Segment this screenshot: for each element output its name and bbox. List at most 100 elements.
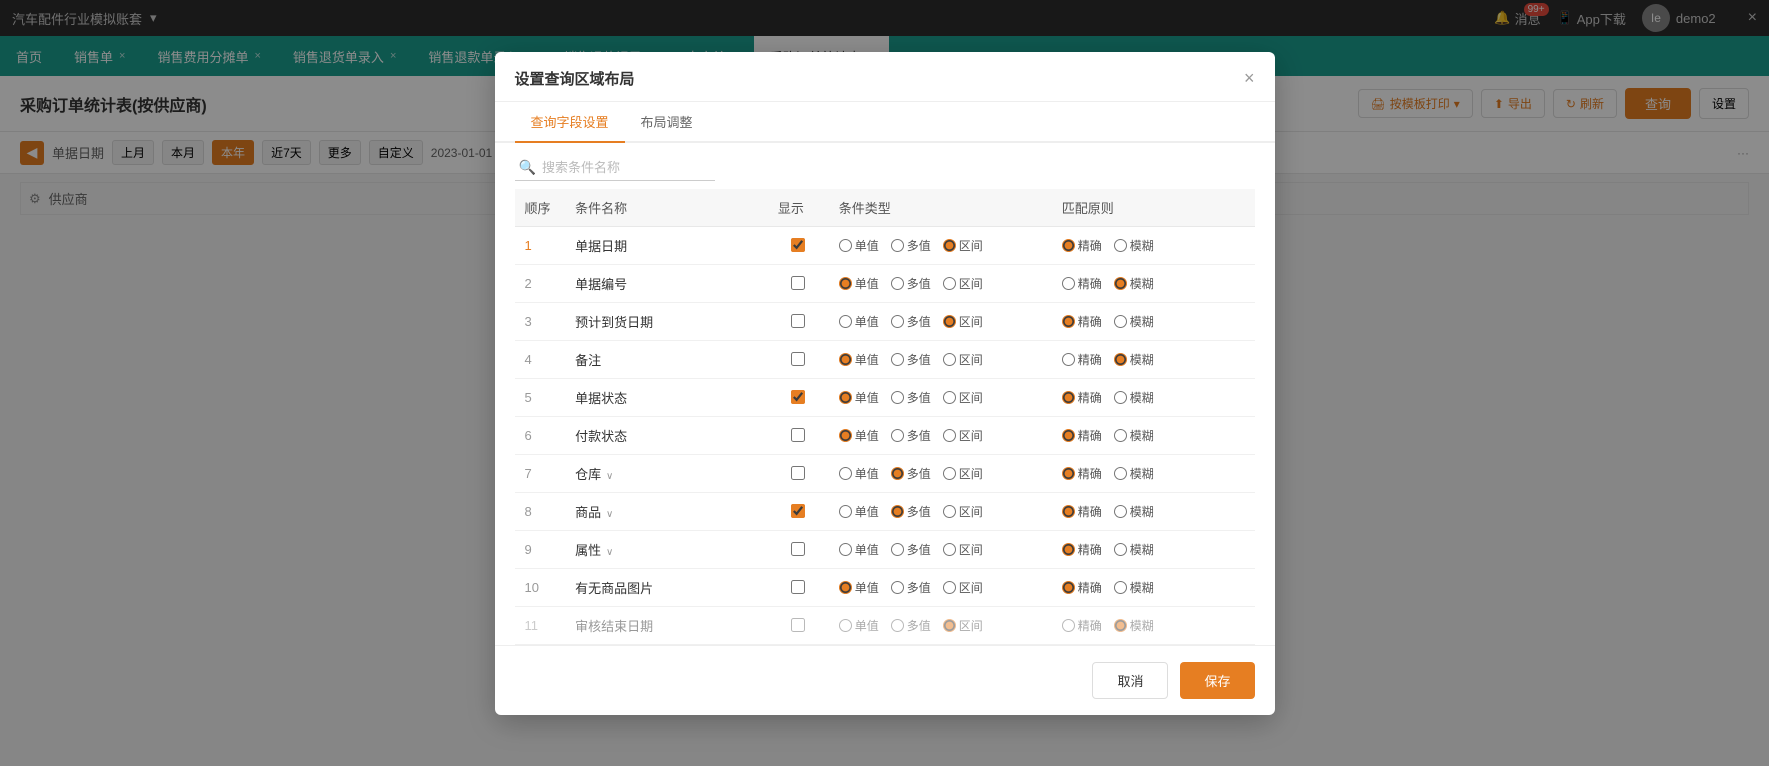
show-checkbox-4[interactable] (791, 390, 805, 404)
type-option-type_single-8[interactable]: 单值 (839, 541, 879, 558)
dialog-tab-layout[interactable]: 布局调整 (625, 102, 709, 143)
match-radio-match_fuzzy-2[interactable] (1114, 315, 1127, 328)
show-checkbox-8[interactable] (791, 542, 805, 556)
match-radio-match_fuzzy-0[interactable] (1114, 239, 1127, 252)
show-checkbox-7[interactable] (791, 504, 805, 518)
match-option-match_exact-6[interactable]: 精确 (1062, 465, 1102, 482)
type-radio-type_range-8[interactable] (943, 543, 956, 556)
type-radio-type_range-2[interactable] (943, 315, 956, 328)
type-radio-type_single-6[interactable] (839, 467, 852, 480)
type-radio-type_range-7[interactable] (943, 505, 956, 518)
type-radio-type_range-0[interactable] (943, 239, 956, 252)
type-option-type_single-2[interactable]: 单值 (839, 313, 879, 330)
match-radio-match_exact-0[interactable] (1062, 239, 1075, 252)
match-option-match_fuzzy-1[interactable]: 模糊 (1114, 275, 1154, 292)
type-radio-type_multi-5[interactable] (891, 429, 904, 442)
match-radio-match_exact-1[interactable] (1062, 277, 1075, 290)
match-radio-match_fuzzy-3[interactable] (1114, 353, 1127, 366)
show-checkbox-9[interactable] (791, 580, 805, 594)
show-checkbox-0[interactable] (791, 238, 805, 252)
type-option-type_single-9[interactable]: 单值 (839, 579, 879, 596)
type-radio-type_range-10[interactable] (943, 619, 956, 632)
type-radio-type_single-10[interactable] (839, 619, 852, 632)
match-option-match_fuzzy-4[interactable]: 模糊 (1114, 389, 1154, 406)
type-radio-type_single-7[interactable] (839, 505, 852, 518)
type-radio-type_single-1[interactable] (839, 277, 852, 290)
match-option-match_exact-4[interactable]: 精确 (1062, 389, 1102, 406)
show-checkbox-3[interactable] (791, 352, 805, 366)
type-radio-type_multi-2[interactable] (891, 315, 904, 328)
type-radio-type_single-8[interactable] (839, 543, 852, 556)
match-option-match_fuzzy-8[interactable]: 模糊 (1114, 541, 1154, 558)
type-option-type_single-0[interactable]: 单值 (839, 237, 879, 254)
type-radio-type_multi-6[interactable] (891, 467, 904, 480)
type-option-type_multi-0[interactable]: 多值 (891, 237, 931, 254)
type-radio-type_multi-9[interactable] (891, 581, 904, 594)
show-checkbox-1[interactable] (791, 276, 805, 290)
match-radio-match_exact-10[interactable] (1062, 619, 1075, 632)
type-option-type_single-7[interactable]: 单值 (839, 503, 879, 520)
match-option-match_exact-5[interactable]: 精确 (1062, 427, 1102, 444)
type-option-type_single-3[interactable]: 单值 (839, 351, 879, 368)
type-option-type_multi-3[interactable]: 多值 (891, 351, 931, 368)
match-option-match_exact-2[interactable]: 精确 (1062, 313, 1102, 330)
match-option-match_exact-8[interactable]: 精确 (1062, 541, 1102, 558)
match-option-match_fuzzy-7[interactable]: 模糊 (1114, 503, 1154, 520)
dialog-tab-query-fields[interactable]: 查询字段设置 (515, 102, 625, 143)
type-option-type_range-9[interactable]: 区间 (943, 579, 983, 596)
type-option-type_range-1[interactable]: 区间 (943, 275, 983, 292)
type-radio-type_range-6[interactable] (943, 467, 956, 480)
match-option-match_fuzzy-10[interactable]: 模糊 (1114, 617, 1154, 634)
match-option-match_fuzzy-9[interactable]: 模糊 (1114, 579, 1154, 596)
type-option-type_multi-9[interactable]: 多值 (891, 579, 931, 596)
type-radio-type_range-9[interactable] (943, 581, 956, 594)
condition-search-input[interactable] (542, 160, 711, 175)
type-option-type_range-6[interactable]: 区间 (943, 465, 983, 482)
show-checkbox-2[interactable] (791, 314, 805, 328)
type-option-type_multi-10[interactable]: 多值 (891, 617, 931, 634)
type-option-type_multi-8[interactable]: 多值 (891, 541, 931, 558)
type-option-type_single-5[interactable]: 单值 (839, 427, 879, 444)
match-radio-match_fuzzy-9[interactable] (1114, 581, 1127, 594)
match-radio-match_fuzzy-1[interactable] (1114, 277, 1127, 290)
type-radio-type_single-2[interactable] (839, 315, 852, 328)
type-radio-type_multi-3[interactable] (891, 353, 904, 366)
type-radio-type_single-4[interactable] (839, 391, 852, 404)
match-radio-match_fuzzy-8[interactable] (1114, 543, 1127, 556)
match-option-match_fuzzy-5[interactable]: 模糊 (1114, 427, 1154, 444)
match-radio-match_exact-6[interactable] (1062, 467, 1075, 480)
match-radio-match_fuzzy-6[interactable] (1114, 467, 1127, 480)
match-radio-match_exact-7[interactable] (1062, 505, 1075, 518)
type-option-type_single-1[interactable]: 单值 (839, 275, 879, 292)
type-option-type_multi-4[interactable]: 多值 (891, 389, 931, 406)
type-option-type_range-0[interactable]: 区间 (943, 237, 983, 254)
type-radio-type_multi-1[interactable] (891, 277, 904, 290)
type-option-type_range-5[interactable]: 区间 (943, 427, 983, 444)
match-radio-match_exact-3[interactable] (1062, 353, 1075, 366)
match-radio-match_exact-2[interactable] (1062, 315, 1075, 328)
type-option-type_multi-2[interactable]: 多值 (891, 313, 931, 330)
match-radio-match_fuzzy-4[interactable] (1114, 391, 1127, 404)
match-radio-match_fuzzy-10[interactable] (1114, 619, 1127, 632)
type-option-type_multi-6[interactable]: 多值 (891, 465, 931, 482)
match-option-match_exact-10[interactable]: 精确 (1062, 617, 1102, 634)
show-checkbox-6[interactable] (791, 466, 805, 480)
show-checkbox-10[interactable] (791, 618, 805, 632)
type-option-type_multi-7[interactable]: 多值 (891, 503, 931, 520)
match-radio-match_fuzzy-5[interactable] (1114, 429, 1127, 442)
match-option-match_fuzzy-3[interactable]: 模糊 (1114, 351, 1154, 368)
type-radio-type_single-9[interactable] (839, 581, 852, 594)
match-option-match_exact-9[interactable]: 精确 (1062, 579, 1102, 596)
match-radio-match_exact-9[interactable] (1062, 581, 1075, 594)
match-radio-match_fuzzy-7[interactable] (1114, 505, 1127, 518)
type-radio-type_single-5[interactable] (839, 429, 852, 442)
type-option-type_single-6[interactable]: 单值 (839, 465, 879, 482)
type-radio-type_range-4[interactable] (943, 391, 956, 404)
match-radio-match_exact-4[interactable] (1062, 391, 1075, 404)
type-option-type_single-10[interactable]: 单值 (839, 617, 879, 634)
type-radio-type_multi-7[interactable] (891, 505, 904, 518)
match-radio-match_exact-8[interactable] (1062, 543, 1075, 556)
type-radio-type_multi-4[interactable] (891, 391, 904, 404)
type-option-type_range-2[interactable]: 区间 (943, 313, 983, 330)
match-option-match_exact-1[interactable]: 精确 (1062, 275, 1102, 292)
